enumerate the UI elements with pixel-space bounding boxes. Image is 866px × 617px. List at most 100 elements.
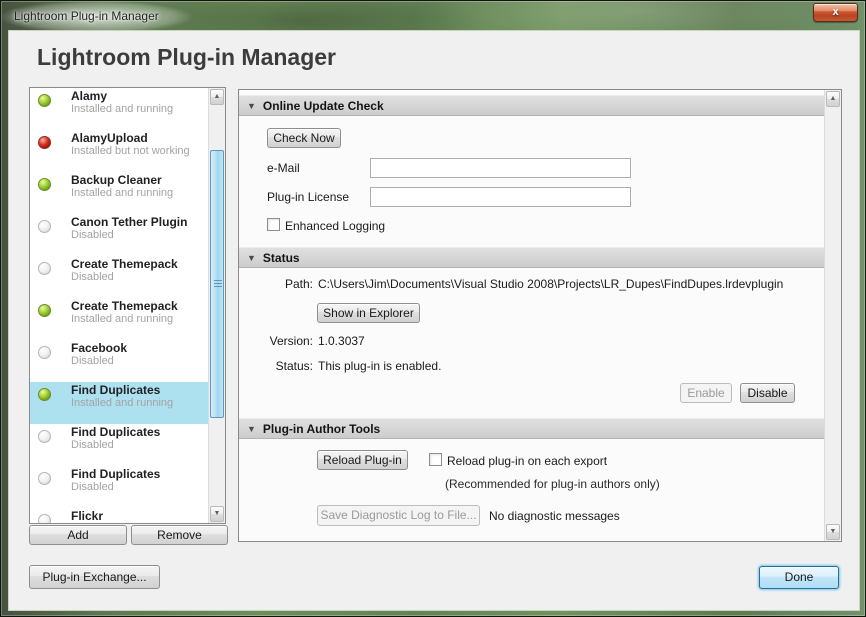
plugin-text: Create Themepack Installed and running — [71, 299, 178, 326]
plugin-exchange-button[interactable]: Plug-in Exchange... — [29, 565, 160, 589]
path-value: C:\Users\Jim\Documents\Visual Studio 200… — [318, 277, 784, 291]
status-value: This plug-in is enabled. — [318, 359, 442, 373]
plugin-list-item[interactable]: AlamyUpload Installed but not working — [30, 130, 208, 172]
plugin-name: Find Duplicates — [71, 425, 161, 439]
scroll-up-button[interactable]: ▲ — [826, 91, 840, 107]
plugin-list-item[interactable]: Find Duplicates Installed and running — [30, 382, 208, 424]
lightroom-plugin-manager-window: Lightroom Plug-in Manager x Lightroom Pl… — [0, 0, 866, 617]
plugin-list-item[interactable]: Flickr — [30, 508, 208, 523]
version-value: 1.0.3037 — [318, 334, 365, 348]
plugin-text: Flickr — [71, 509, 103, 523]
version-label: Version: — [269, 334, 313, 348]
plugin-list-item[interactable]: Create Themepack Disabled — [30, 256, 208, 298]
scrollbar-grip-icon — [214, 280, 222, 287]
plugin-text: AlamyUpload Installed but not working — [71, 131, 190, 158]
reload-on-export-checkbox[interactable] — [429, 453, 442, 466]
panel-content: ▼ Online Update Check Check Now e-Mail Pl… — [239, 90, 824, 541]
plugin-status-dot-icon — [38, 220, 51, 233]
plugin-status: Installed and running — [71, 187, 174, 199]
plugin-status: Installed and running — [71, 397, 174, 409]
scrollbar-thumb[interactable] — [210, 150, 224, 418]
enhanced-logging-checkbox[interactable] — [267, 218, 280, 231]
plugin-name: Create Themepack — [71, 299, 178, 313]
add-button[interactable]: Add — [29, 525, 127, 545]
plugin-text: Find Duplicates Disabled — [71, 425, 160, 452]
plugin-status: Disabled — [71, 439, 114, 451]
window-title: Lightroom Plug-in Manager — [14, 9, 159, 23]
collapse-triangle-icon[interactable]: ▼ — [247, 248, 256, 268]
plugin-name: AlamyUpload — [71, 131, 148, 145]
plugin-status-dot-icon — [38, 262, 51, 275]
check-now-button[interactable]: Check Now — [267, 128, 341, 148]
plugin-status-dot-icon — [38, 472, 51, 485]
section-title: Status — [262, 251, 300, 265]
plugin-status: Disabled — [71, 271, 114, 283]
no-diagnostic-messages-label: No diagnostic messages — [489, 509, 620, 523]
plugin-name: Find Duplicates — [71, 383, 161, 397]
plugin-list: Alamy Installed and running AlamyUpload Ins… — [29, 87, 226, 524]
close-button[interactable]: x — [813, 3, 858, 22]
recommendation-note: (Recommended for plug-in authors only) — [445, 477, 660, 491]
page-title: Lightroom Plug-in Manager — [37, 44, 336, 70]
plugin-name: Backup Cleaner — [71, 173, 162, 187]
plugin-status-dot-icon — [38, 514, 51, 523]
scroll-up-icon: ▲ — [829, 95, 837, 102]
disable-button[interactable]: Disable — [740, 383, 795, 403]
plugin-list-item[interactable]: Canon Tether Plugin Disabled — [30, 214, 208, 256]
plugin-list-item[interactable]: Facebook Disabled — [30, 340, 208, 382]
plugin-text: Facebook Disabled — [71, 341, 127, 368]
plugin-status-dot-icon — [38, 388, 51, 401]
plugin-status: Installed and running — [71, 103, 174, 115]
plugin-status: Disabled — [71, 229, 114, 241]
plugin-list-item[interactable]: Alamy Installed and running — [30, 88, 208, 130]
email-field[interactable] — [370, 158, 631, 178]
plugin-detail-panel: ▼ Online Update Check Check Now e-Mail Pl… — [238, 89, 842, 542]
dialog-client-area: Lightroom Plug-in Manager Alamy Installed… — [9, 31, 859, 610]
section-header-status[interactable]: ▼ Status — [239, 247, 824, 268]
plugin-text: Backup Cleaner Installed and running — [71, 173, 173, 200]
remove-button[interactable]: Remove — [131, 525, 228, 545]
plugin-rows: Alamy Installed and running AlamyUpload Ins… — [30, 88, 208, 523]
close-icon: x — [832, 6, 839, 18]
section-title: Plug-in Author Tools — [262, 422, 381, 436]
plugin-name: Flickr — [71, 509, 104, 523]
plugin-license-field[interactable] — [370, 187, 631, 207]
plugin-text: Create Themepack Disabled — [71, 257, 178, 284]
plugin-status-dot-icon — [38, 94, 51, 107]
plugin-status: Installed but not working — [71, 145, 190, 157]
path-label: Path: — [284, 277, 313, 291]
collapse-triangle-icon[interactable]: ▼ — [247, 96, 256, 116]
plugin-list-item[interactable]: Find Duplicates Disabled — [30, 466, 208, 508]
plugin-list-item[interactable]: Create Themepack Installed and running — [30, 298, 208, 340]
reload-plugin-button[interactable]: Reload Plug-in — [317, 450, 408, 470]
plugin-status-dot-icon — [38, 178, 51, 191]
email-label: e-Mail — [267, 161, 300, 175]
plugin-text: Canon Tether Plugin Disabled — [71, 215, 187, 242]
plugin-status-dot-icon — [38, 430, 51, 443]
plugin-text: Alamy Installed and running — [71, 89, 173, 116]
scroll-down-button[interactable]: ▼ — [210, 506, 224, 522]
enhanced-logging-label: Enhanced Logging — [285, 219, 386, 233]
panel-scrollbar[interactable]: ▲ ▼ — [824, 90, 841, 541]
scroll-up-icon: ▲ — [213, 93, 221, 100]
plugin-status-dot-icon — [38, 136, 51, 149]
scroll-down-button[interactable]: ▼ — [826, 524, 840, 540]
collapse-triangle-icon[interactable]: ▼ — [247, 419, 256, 439]
scroll-down-icon: ▼ — [829, 528, 837, 535]
save-diagnostic-log-button[interactable]: Save Diagnostic Log to File... — [317, 505, 480, 526]
plugin-name: Find Duplicates — [71, 467, 161, 481]
plugin-list-scrollbar[interactable]: ▲ ▼ — [208, 88, 225, 523]
plugin-list-item[interactable]: Find Duplicates Disabled — [30, 424, 208, 466]
done-button[interactable]: Done — [759, 566, 839, 589]
titlebar[interactable]: Lightroom Plug-in Manager x — [1, 1, 865, 31]
scroll-up-button[interactable]: ▲ — [210, 89, 224, 105]
section-header-plugin-author-tools[interactable]: ▼ Plug-in Author Tools — [239, 418, 824, 439]
plugin-name: Create Themepack — [71, 257, 178, 271]
section-header-online-update-check[interactable]: ▼ Online Update Check — [239, 95, 824, 116]
show-in-explorer-button[interactable]: Show in Explorer — [317, 303, 420, 323]
enable-button[interactable]: Enable — [680, 383, 732, 403]
plugin-status: Disabled — [71, 481, 114, 493]
plugin-list-item[interactable]: Backup Cleaner Installed and running — [30, 172, 208, 214]
plugin-status: Installed and running — [71, 313, 174, 325]
status-label: Status: — [275, 359, 313, 373]
